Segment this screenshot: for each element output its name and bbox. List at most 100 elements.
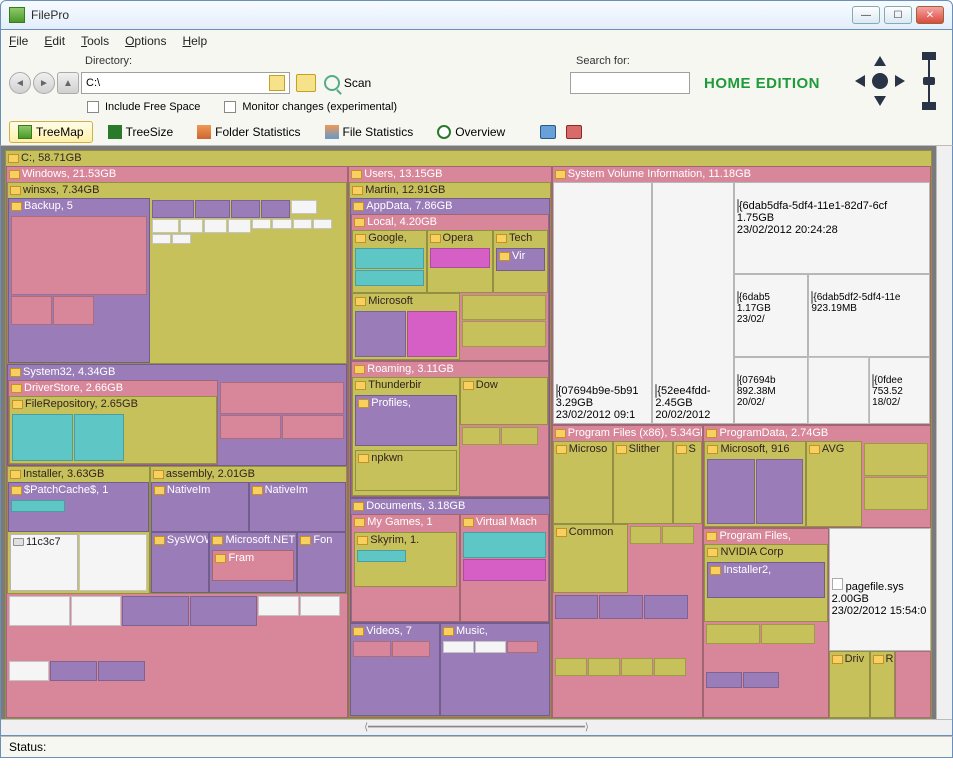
node-nvidia: NVIDIA Corp Installer2,: [704, 544, 827, 622]
node-npkwn: npkwn: [355, 450, 457, 491]
node-driv: Driv: [829, 651, 870, 718]
tab-treemap-label: TreeMap: [36, 125, 84, 139]
menu-file[interactable]: File: [9, 34, 28, 48]
nav-up-button[interactable]: ▲: [57, 72, 79, 94]
directory-input[interactable]: C:\: [81, 72, 290, 94]
node-guid1[interactable]: {07694b9e-5b913.29GB23/02/2012 09:1: [553, 182, 653, 424]
nav-back-button[interactable]: ◄: [9, 72, 31, 94]
node-system32[interactable]: System32, 4.34GB DriverStore, 2.66GB Fil…: [7, 364, 347, 466]
node-local[interactable]: Local, 4.20GB Google, Opera TechVir: [351, 214, 549, 361]
slider-knob[interactable]: [923, 77, 935, 85]
node-mygames[interactable]: My Games, 1 Skyrim, 1.: [351, 514, 460, 621]
titlebar: FilePro — ☐ ✕: [0, 0, 953, 30]
export-icon[interactable]: [566, 125, 582, 139]
toolbar-options: Include Free Space Monitor changes (expe…: [0, 96, 953, 118]
node-windows[interactable]: Windows, 21.53GB winsxs, 7.34GB Backup, …: [6, 166, 348, 718]
node-videos[interactable]: Videos, 7: [350, 623, 440, 716]
node-installer[interactable]: Installer, 3.63GB $PatchCache$, 1 11c3c7: [7, 466, 150, 594]
node-ms-local[interactable]: Microsoft: [352, 293, 460, 361]
node-music[interactable]: Music,: [440, 623, 550, 716]
node-svi[interactable]: System Volume Information, 11.18GB {0769…: [552, 166, 931, 425]
status-bar: Status:: [0, 736, 953, 758]
save-icon[interactable]: [540, 125, 556, 139]
node-nativeim2[interactable]: NativeIm: [249, 482, 347, 532]
menu-options[interactable]: Options: [125, 34, 166, 48]
treemap-icon: [18, 125, 32, 139]
node-progdata[interactable]: ProgramData, 2.74GB Microsoft, 916 AVG: [703, 425, 931, 527]
horizontal-scrollbar[interactable]: ⟨━━━━━━━━━━━━━━━━━━━━━━━━━━━━━━━━━━━━⟩: [1, 719, 952, 735]
scan-button[interactable]: Scan: [324, 75, 371, 91]
node-nativeim1[interactable]: NativeIm: [151, 482, 249, 532]
tab-overview-label: Overview: [455, 125, 505, 139]
node-root[interactable]: C:, 58.71GB Windows, 21.53GB winsxs, 7.3…: [5, 150, 932, 719]
node-guid2[interactable]: {52ee4fdd-2.45GB20/02/2012: [652, 182, 733, 424]
node-driverstore[interactable]: DriverStore, 2.66GB FileRepository, 2.65…: [8, 380, 218, 465]
overview-icon: [437, 125, 451, 139]
maximize-button[interactable]: ☐: [884, 6, 912, 24]
slider-rail: [928, 60, 930, 77]
close-button[interactable]: ✕: [916, 6, 944, 24]
node-filerepo[interactable]: FileRepository, 2.65GB: [9, 396, 217, 464]
folder-stats-icon: [197, 125, 211, 139]
node-tech[interactable]: TechVir: [493, 230, 548, 293]
node-users[interactable]: Users, 13.15GB Martin, 12.91GB AppData, …: [348, 166, 552, 718]
node-guid4[interactable]: {6dab5df2-5df4-11e923.19MB: [808, 274, 930, 357]
node-11c3c7[interactable]: 11c3c7: [10, 534, 78, 591]
zoom-slider[interactable]: [917, 52, 941, 110]
node-label: C:, 58.71GB: [21, 151, 82, 166]
treemap-frame: C:, 58.71GB Windows, 21.53GB winsxs, 7.3…: [0, 146, 953, 736]
node-google[interactable]: Google,: [352, 230, 426, 293]
nav-forward-button[interactable]: ►: [33, 72, 55, 94]
node-guid3[interactable]: {6dab5dfa-5df4-11e1-82d7-6cf1.75GB23/02/…: [734, 182, 930, 274]
node-assembly[interactable]: assembly, 2.01GB NativeIm NativeIm SysWO…: [150, 466, 347, 594]
search-input[interactable]: [570, 72, 690, 94]
menu-edit[interactable]: Edit: [44, 34, 65, 48]
tab-treesize[interactable]: TreeSize: [99, 121, 183, 143]
node-profiles: Profiles,: [355, 395, 457, 446]
tab-folderstats[interactable]: Folder Statistics: [188, 121, 309, 143]
node-roaming[interactable]: Roaming, 3.11GB Thunderbir Profiles, npk…: [351, 361, 549, 497]
dpad-right-icon: [895, 75, 905, 87]
node-winsxs[interactable]: winsxs, 7.34GB Backup, 5: [7, 182, 347, 364]
node-fon[interactable]: Fon: [297, 532, 346, 593]
node-microso: Microso: [553, 441, 613, 524]
nav-dpad[interactable]: [851, 52, 909, 110]
include-free-label: Include Free Space: [105, 101, 200, 113]
dpad-down-icon: [874, 96, 886, 106]
menubar: File Edit Tools Options Help: [0, 30, 953, 52]
menu-help[interactable]: Help: [182, 34, 207, 48]
node-backup[interactable]: Backup, 5: [8, 198, 150, 363]
node-pfx86[interactable]: Program Files (x86), 5.34GB Microso Slit…: [552, 425, 704, 718]
node-opera[interactable]: Opera: [427, 230, 493, 293]
vertical-scrollbar[interactable]: [936, 146, 952, 719]
node-martin[interactable]: Martin, 12.91GB AppData, 7.86GB Local, 4…: [349, 182, 551, 717]
node-dow[interactable]: Dow: [460, 377, 548, 425]
node-ms916: Microsoft, 916: [704, 441, 805, 526]
tab-treesize-label: TreeSize: [126, 125, 174, 139]
node-thunderbird[interactable]: Thunderbir Profiles, npkwn: [352, 377, 460, 496]
node-pagefile[interactable]: pagefile.sys 2.00GB 23/02/2012 15:54:0: [829, 528, 931, 652]
node-guid7[interactable]: {0fdee753.5218/02/: [869, 357, 930, 425]
node-guid5[interactable]: {6dab51.17GB23/02/: [734, 274, 809, 357]
node-pf[interactable]: Program Files, NVIDIA Corp Installer2,: [703, 528, 828, 718]
tab-overview[interactable]: Overview: [428, 121, 514, 143]
menu-tools[interactable]: Tools: [81, 34, 109, 48]
node-slither: Slither: [613, 441, 673, 524]
node-syswow64[interactable]: SysWOW64: [151, 532, 210, 593]
node-msnet[interactable]: Microsoft.NETFram: [209, 532, 297, 593]
tab-treemap[interactable]: TreeMap: [9, 121, 93, 143]
node-documents[interactable]: Documents, 3.18GB My Games, 1 Skyrim, 1.…: [350, 498, 550, 622]
tab-filestats[interactable]: File Statistics: [316, 121, 423, 143]
edition-label: HOME EDITION: [704, 75, 820, 92]
monitor-changes-checkbox[interactable]: [224, 101, 236, 113]
status-label: Status:: [9, 740, 46, 754]
include-free-checkbox[interactable]: [87, 101, 99, 113]
node-guid6[interactable]: {07694b892.38M20/02/: [734, 357, 809, 425]
node-appdata[interactable]: AppData, 7.86GB Local, 4.20GB Google,: [350, 198, 550, 498]
node-virtualmach[interactable]: Virtual Mach: [460, 514, 549, 621]
treemap[interactable]: C:, 58.71GB Windows, 21.53GB winsxs, 7.3…: [1, 146, 936, 719]
search-icon: [324, 75, 340, 91]
browse-button[interactable]: [296, 74, 316, 92]
node-patchcache[interactable]: $PatchCache$, 1: [8, 482, 149, 532]
minimize-button[interactable]: —: [852, 6, 880, 24]
